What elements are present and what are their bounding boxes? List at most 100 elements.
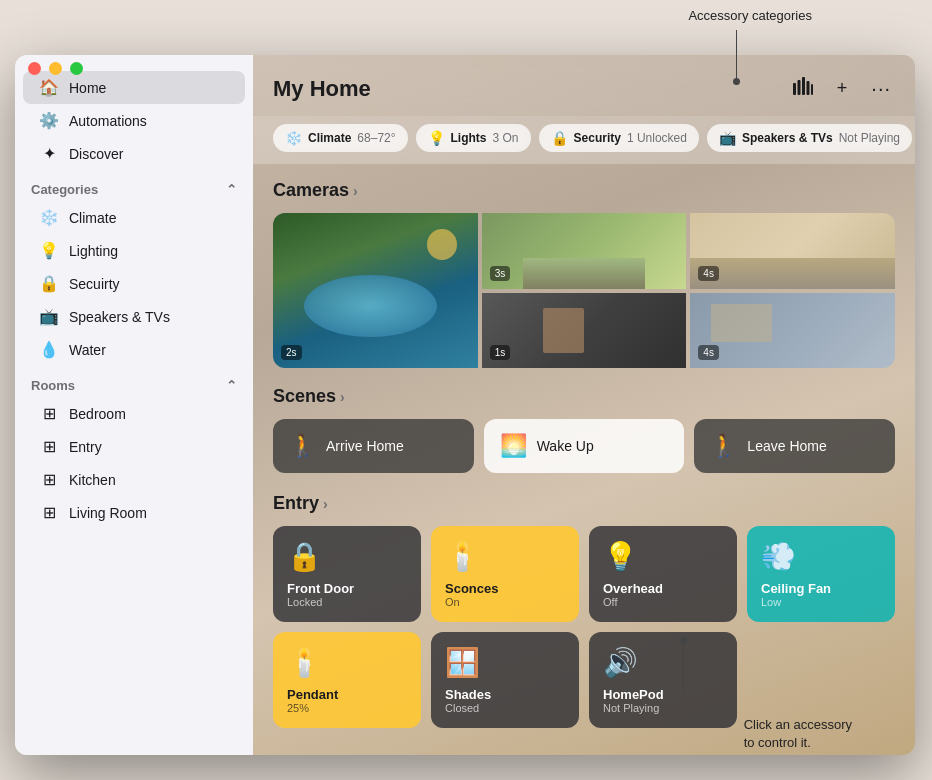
sconces-tile[interactable]: 🕯️ Sconces On — [431, 526, 579, 622]
sidebar-item-home[interactable]: 🏠 Home — [23, 71, 245, 104]
overhead-name: Overhead — [603, 581, 723, 596]
pill-climate-title: Climate — [308, 131, 351, 145]
cameras-grid: 2s 3s 4s 1s — [273, 213, 895, 368]
sidebar-item-automations-label: Automations — [69, 113, 147, 129]
sidebar-item-climate-label: Climate — [69, 210, 116, 226]
sconces-status: On — [445, 596, 565, 608]
sidebar-item-security-label: Secuirty — [69, 276, 120, 292]
pill-lights[interactable]: 💡 Lights 3 On — [416, 124, 531, 152]
shades-icon: 🪟 — [445, 646, 565, 679]
sidebar-item-entry-label: Entry — [69, 439, 102, 455]
shades-name: Shades — [445, 687, 565, 702]
overhead-status: Off — [603, 596, 723, 608]
svg-rect-4 — [811, 84, 813, 95]
maximize-button[interactable] — [70, 62, 83, 75]
scenes-section-label: Scenes — [273, 386, 336, 407]
main-content: My Home + ··· ❄️ Climate — [253, 55, 915, 755]
scenes-row: 🚶 Arrive Home 🌅 Wake Up 🚶 Leave Home — [273, 419, 895, 473]
svg-rect-3 — [806, 81, 809, 95]
sidebar-item-climate[interactable]: ❄️ Climate — [23, 201, 245, 234]
sidebar-item-water[interactable]: 💧 Water — [23, 333, 245, 366]
sidebar-item-living-room[interactable]: ⊞ Living Room — [23, 496, 245, 529]
sidebar-item-kitchen-label: Kitchen — [69, 472, 116, 488]
content-area: Cameras › 2s 3s 4s — [253, 164, 915, 755]
camera-2-label: 3s — [490, 266, 511, 281]
sidebar-item-automations[interactable]: ⚙️ Automations — [23, 104, 245, 137]
shades-status: Closed — [445, 702, 565, 714]
pill-security[interactable]: 🔒 Security 1 Unlocked — [539, 124, 699, 152]
front-door-tile[interactable]: 🔒 Front Door Locked — [273, 526, 421, 622]
kitchen-icon: ⊞ — [39, 470, 59, 489]
pill-climate[interactable]: ❄️ Climate 68–72° — [273, 124, 408, 152]
ceiling-fan-tile[interactable]: 💨 Ceiling Fan Low — [747, 526, 895, 622]
lighting-icon: 💡 — [39, 241, 59, 260]
sidebar-item-discover-label: Discover — [69, 146, 123, 162]
homepod-name: HomePod — [603, 687, 723, 702]
svg-rect-1 — [797, 80, 800, 95]
camera-2[interactable]: 3s — [482, 213, 687, 289]
sconces-icon: 🕯️ — [445, 540, 565, 573]
pendant-name: Pendant — [287, 687, 407, 702]
ceiling-fan-name: Ceiling Fan — [761, 581, 881, 596]
category-pills: ❄️ Climate 68–72° 💡 Lights 3 On 🔒 Securi… — [253, 116, 915, 164]
callout-top-label: Accessory categories — [688, 8, 812, 23]
shades-tile[interactable]: 🪟 Shades Closed — [431, 632, 579, 728]
discover-icon: ✦ — [39, 144, 59, 163]
minimize-button[interactable] — [49, 62, 62, 75]
traffic-lights — [28, 62, 83, 75]
sidebar-item-discover[interactable]: ✦ Discover — [23, 137, 245, 170]
leave-home-scene[interactable]: 🚶 Leave Home — [694, 419, 895, 473]
sconces-name: Sconces — [445, 581, 565, 596]
pill-speakers-tvs[interactable]: 📺 Speakers & TVs Not Playing — [707, 124, 912, 152]
pill-climate-sub: 68–72° — [357, 131, 395, 145]
pill-security-sub: 1 Unlocked — [627, 131, 687, 145]
front-door-name: Front Door — [287, 581, 407, 596]
scenes-section-header[interactable]: Scenes › — [273, 386, 895, 407]
sidebar-item-security[interactable]: 🔒 Secuirty — [23, 267, 245, 300]
close-button[interactable] — [28, 62, 41, 75]
activity-button[interactable] — [789, 73, 817, 104]
sidebar-item-living-room-label: Living Room — [69, 505, 147, 521]
cameras-chevron: › — [353, 183, 358, 199]
camera-3-label: 4s — [698, 266, 719, 281]
sidebar-item-kitchen[interactable]: ⊞ Kitchen — [23, 463, 245, 496]
pill-speakers-sub: Not Playing — [839, 131, 900, 145]
more-button[interactable]: ··· — [867, 73, 895, 104]
wake-up-icon: 🌅 — [500, 433, 527, 459]
arrive-home-scene[interactable]: 🚶 Arrive Home — [273, 419, 474, 473]
sidebar-item-entry[interactable]: ⊞ Entry — [23, 430, 245, 463]
add-button[interactable]: + — [833, 74, 852, 103]
sidebar-item-lighting[interactable]: 💡 Lighting — [23, 234, 245, 267]
leave-home-icon: 🚶 — [710, 433, 737, 459]
camera-1[interactable]: 2s — [273, 213, 478, 368]
entry-section-header[interactable]: Entry › — [273, 493, 895, 514]
homepod-status: Not Playing — [603, 702, 723, 714]
camera-5[interactable]: 4s — [690, 293, 895, 369]
main-header: My Home + ··· — [253, 55, 915, 116]
sidebar-item-bedroom-label: Bedroom — [69, 406, 126, 422]
pill-speakers-title: Speakers & TVs — [742, 131, 833, 145]
sidebar-item-speakers-tvs[interactable]: 📺 Speakers & TVs — [23, 300, 245, 333]
sidebar-item-speakers-tvs-label: Speakers & TVs — [69, 309, 170, 325]
page-title: My Home — [273, 76, 371, 102]
pill-speakers-icon: 📺 — [719, 130, 736, 146]
categories-header[interactable]: Categories ⌃ — [15, 170, 253, 201]
entry-icon: ⊞ — [39, 437, 59, 456]
climate-icon: ❄️ — [39, 208, 59, 227]
camera-3[interactable]: 4s — [690, 213, 895, 289]
pendant-status: 25% — [287, 702, 407, 714]
pill-lights-title: Lights — [451, 131, 487, 145]
cameras-section-header[interactable]: Cameras › — [273, 180, 895, 201]
homepod-tile[interactable]: 🔊 HomePod Not Playing — [589, 632, 737, 728]
wake-up-scene[interactable]: 🌅 Wake Up — [484, 419, 685, 473]
sidebar-item-bedroom[interactable]: ⊞ Bedroom — [23, 397, 245, 430]
camera-1-label: 2s — [281, 345, 302, 360]
rooms-header[interactable]: Rooms ⌃ — [15, 366, 253, 397]
pendant-tile[interactable]: 🕯️ Pendant 25% — [273, 632, 421, 728]
categories-collapse-icon: ⌃ — [226, 182, 237, 197]
overhead-tile[interactable]: 💡 Overhead Off — [589, 526, 737, 622]
callout-top-line — [736, 30, 737, 85]
sidebar-item-water-label: Water — [69, 342, 106, 358]
rooms-collapse-icon: ⌃ — [226, 378, 237, 393]
camera-4[interactable]: 1s — [482, 293, 687, 369]
